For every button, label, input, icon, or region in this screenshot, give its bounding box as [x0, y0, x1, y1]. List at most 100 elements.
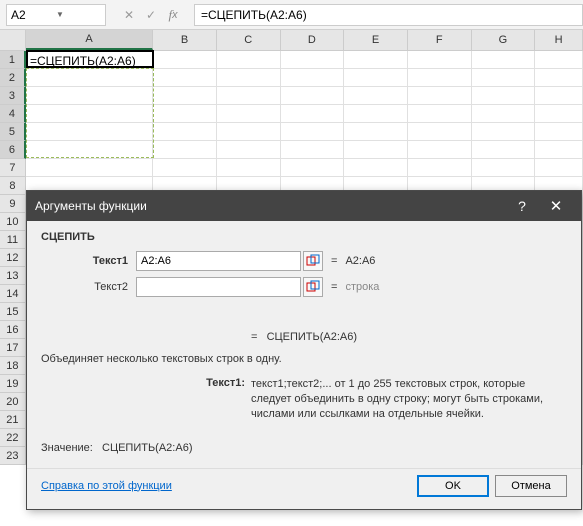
col-header-g[interactable]: G [472, 30, 536, 50]
help-icon[interactable]: ? [505, 191, 539, 221]
col-header-a[interactable]: A [26, 30, 153, 50]
cell[interactable] [535, 141, 583, 159]
row-header[interactable]: 8 [0, 177, 26, 195]
row-header[interactable]: 6 [0, 141, 26, 159]
cell[interactable] [217, 51, 281, 69]
col-header-d[interactable]: D [281, 30, 345, 50]
cell[interactable] [535, 105, 583, 123]
cell[interactable] [153, 159, 217, 177]
cell[interactable] [281, 87, 345, 105]
cell[interactable] [535, 87, 583, 105]
cell[interactable] [344, 141, 408, 159]
cell[interactable] [344, 123, 408, 141]
row-header[interactable]: 11 [0, 231, 26, 249]
cell[interactable] [408, 87, 472, 105]
cell[interactable] [217, 159, 281, 177]
cell[interactable] [472, 105, 536, 123]
row-header[interactable]: 19 [0, 375, 26, 393]
cell[interactable] [535, 69, 583, 87]
arg1-input[interactable] [136, 251, 301, 271]
col-header-c[interactable]: C [217, 30, 281, 50]
dropdown-icon[interactable]: ▼ [56, 10, 101, 19]
row-header[interactable]: 4 [0, 105, 26, 123]
ok-button[interactable]: OK [417, 475, 489, 497]
cell[interactable] [472, 123, 536, 141]
row-header[interactable]: 18 [0, 357, 26, 375]
dialog-titlebar[interactable]: Аргументы функции ? ✕ [27, 191, 581, 221]
cell[interactable] [472, 141, 536, 159]
cell[interactable] [281, 141, 345, 159]
cell[interactable] [344, 51, 408, 69]
cell[interactable] [344, 159, 408, 177]
grid-row: 7 [0, 159, 583, 177]
cell[interactable] [153, 51, 217, 69]
row-header[interactable]: 21 [0, 411, 26, 429]
col-header-h[interactable]: H [535, 30, 583, 50]
row-header[interactable]: 13 [0, 267, 26, 285]
cell[interactable] [535, 51, 583, 69]
name-box[interactable]: A2 ▼ [6, 4, 106, 26]
cell[interactable] [408, 141, 472, 159]
cell[interactable] [472, 159, 536, 177]
cell[interactable] [281, 123, 345, 141]
row-header[interactable]: 23 [0, 447, 26, 465]
cell[interactable] [281, 69, 345, 87]
row-header[interactable]: 15 [0, 303, 26, 321]
row-header[interactable]: 20 [0, 393, 26, 411]
formula-input[interactable]: =СЦЕПИТЬ(A2:A6) [194, 4, 583, 26]
cell[interactable] [217, 87, 281, 105]
row-header[interactable]: 1 [0, 51, 26, 69]
arg2-input[interactable] [136, 277, 301, 297]
arg2-collapse-icon[interactable] [303, 277, 323, 297]
row-header[interactable]: 7 [0, 159, 26, 177]
row-header[interactable]: 9 [0, 195, 26, 213]
row-header[interactable]: 16 [0, 321, 26, 339]
help-link[interactable]: Справка по этой функции [41, 480, 411, 492]
cell[interactable] [217, 141, 281, 159]
cell[interactable] [472, 87, 536, 105]
cell[interactable] [535, 159, 583, 177]
cell[interactable] [217, 123, 281, 141]
cell[interactable] [153, 141, 217, 159]
cancel-button[interactable]: Отмена [495, 475, 567, 497]
cell[interactable] [535, 123, 583, 141]
select-all-corner[interactable] [0, 30, 26, 50]
row-header[interactable]: 22 [0, 429, 26, 447]
accept-formula-icon[interactable]: ✓ [140, 4, 162, 26]
cell[interactable] [281, 51, 345, 69]
col-header-f[interactable]: F [408, 30, 472, 50]
close-icon[interactable]: ✕ [539, 191, 573, 221]
row-header[interactable]: 17 [0, 339, 26, 357]
cell[interactable] [217, 69, 281, 87]
row-header[interactable]: 2 [0, 69, 26, 87]
col-header-b[interactable]: B [153, 30, 217, 50]
row-header[interactable]: 3 [0, 87, 26, 105]
active-cell[interactable]: =СЦЕПИТЬ(A2:A6) [26, 50, 154, 68]
cell[interactable] [281, 159, 345, 177]
cell[interactable] [344, 87, 408, 105]
cell[interactable] [408, 105, 472, 123]
cancel-formula-icon[interactable]: ✕ [118, 4, 140, 26]
cell[interactable] [153, 69, 217, 87]
cell[interactable] [153, 87, 217, 105]
cell[interactable] [281, 105, 345, 123]
row-header[interactable]: 10 [0, 213, 26, 231]
cell[interactable] [408, 69, 472, 87]
cell[interactable] [344, 69, 408, 87]
cell[interactable] [217, 105, 281, 123]
cell[interactable] [344, 105, 408, 123]
col-header-e[interactable]: E [344, 30, 408, 50]
cell[interactable] [472, 51, 536, 69]
cell[interactable] [153, 123, 217, 141]
cell[interactable] [26, 159, 153, 177]
cell[interactable] [408, 123, 472, 141]
row-header[interactable]: 14 [0, 285, 26, 303]
cell[interactable] [472, 69, 536, 87]
fx-icon[interactable]: fx [162, 4, 184, 26]
row-header[interactable]: 5 [0, 123, 26, 141]
arg1-collapse-icon[interactable] [303, 251, 323, 271]
row-header[interactable]: 12 [0, 249, 26, 267]
cell[interactable] [408, 159, 472, 177]
cell[interactable] [408, 51, 472, 69]
cell[interactable] [153, 105, 217, 123]
